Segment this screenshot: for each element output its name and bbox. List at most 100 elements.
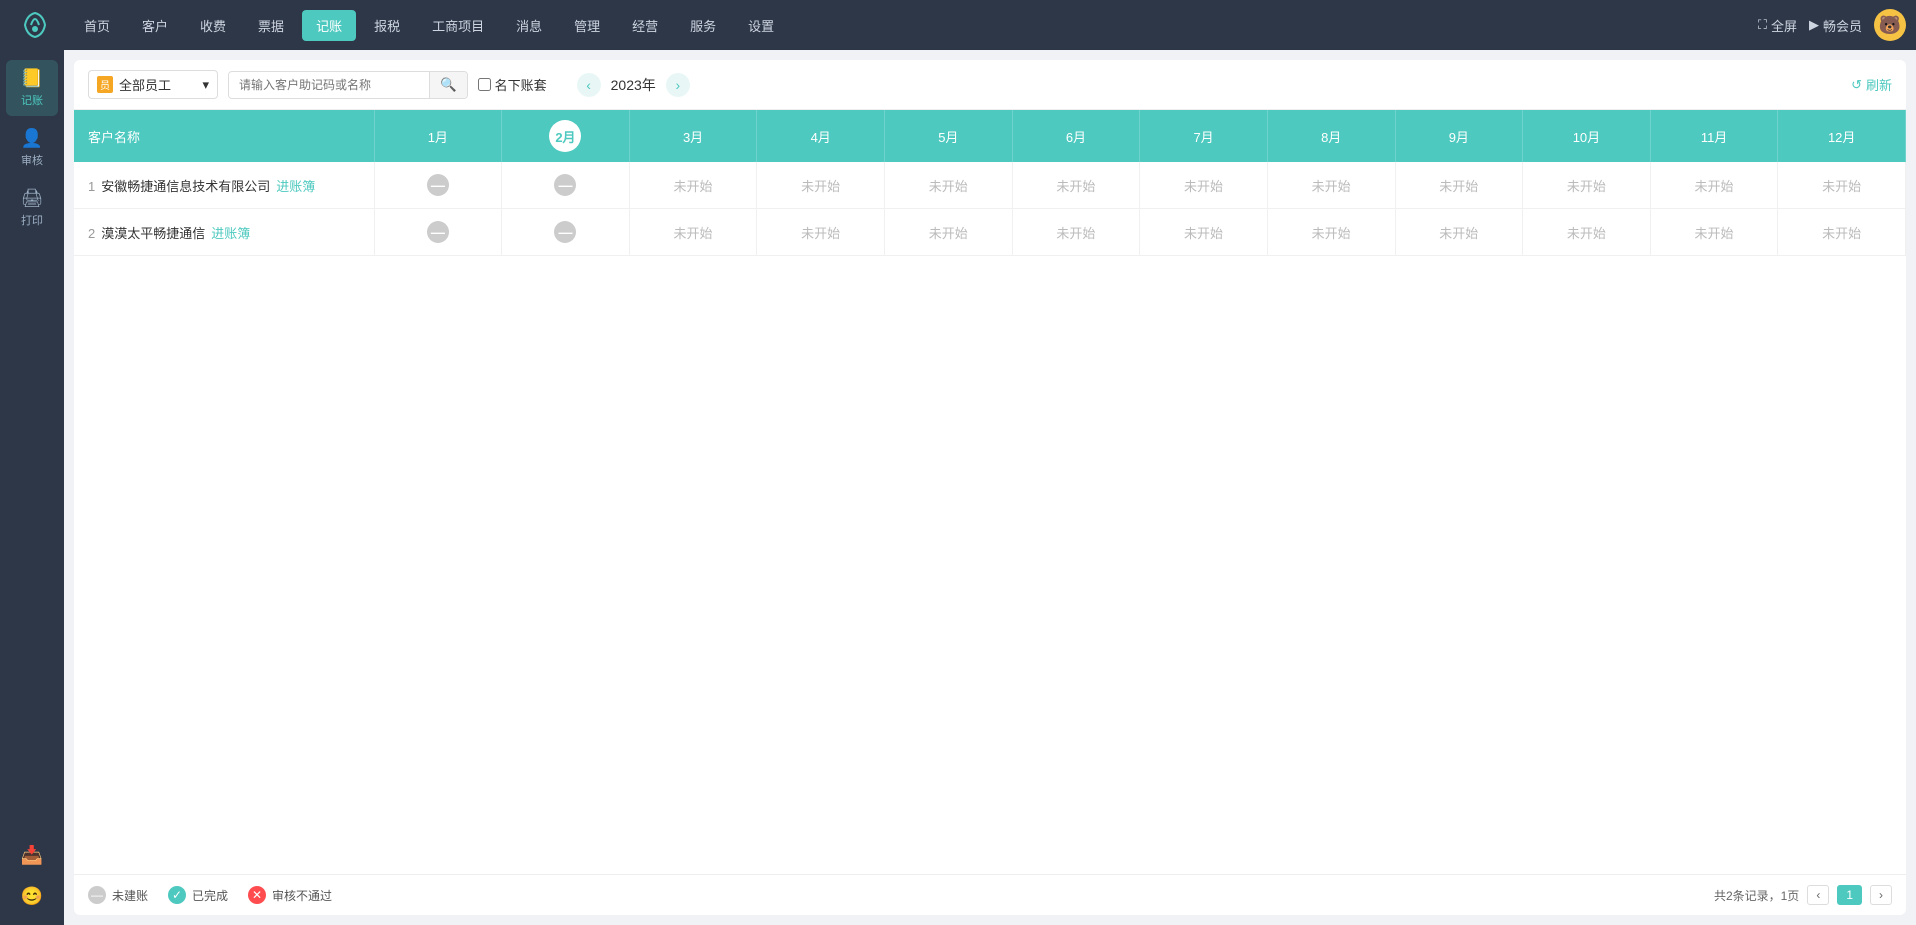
enter-link-0[interactable]: 进账簿 (276, 179, 315, 194)
nav-home[interactable]: 首页 (70, 10, 124, 41)
row-num: 1 (88, 179, 95, 194)
legend-red-icon: ✕ (248, 886, 266, 904)
vip-icon: ▶ (1809, 17, 1819, 33)
status-not-started: 未开始 (801, 179, 840, 194)
nav-settings[interactable]: 设置 (734, 10, 788, 41)
cell-month-1-2: 未开始 (629, 209, 757, 256)
year-nav: ‹ 2023年 › (577, 73, 690, 97)
my-accounts-checkbox-label[interactable]: 名下账套 (478, 75, 547, 94)
legend-not-started-label: 未建账 (112, 887, 148, 904)
cell-month-1-4: 未开始 (885, 209, 1013, 256)
status-not-started: 未开始 (929, 226, 968, 241)
sidebar-label-print: 打印 (21, 212, 43, 228)
cell-month-1-3: 未开始 (757, 209, 885, 256)
status-dash: — (427, 174, 449, 196)
status-not-started: 未开始 (1695, 179, 1734, 194)
page-1-btn[interactable]: 1 (1837, 885, 1862, 905)
employee-label: 全部员工 (119, 75, 171, 94)
nav-customer[interactable]: 客户 (128, 10, 182, 41)
pagination: 共2条记录，1页 ‹ 1 › (1714, 885, 1892, 905)
cell-month-0-2: 未开始 (629, 162, 757, 209)
status-not-started: 未开始 (1056, 226, 1095, 241)
footer: — 未建账 ✓ 已完成 ✕ 审核不通过 共2条记录，1页 ‹ 1 › (74, 874, 1906, 915)
cell-month-0-10: 未开始 (1650, 162, 1778, 209)
status-not-started: 未开始 (1184, 226, 1223, 241)
col-header-name: 客户名称 (74, 110, 374, 162)
sidebar-item-print[interactable]: 🖨 打印 (6, 180, 58, 236)
employee-badge: 员 (97, 76, 113, 93)
cell-month-0-4: 未开始 (885, 162, 1013, 209)
cell-month-1-1: — (502, 209, 630, 256)
legend-teal-icon: ✓ (168, 886, 186, 904)
next-year-btn[interactable]: › (666, 73, 690, 97)
legend-completed-label: 已完成 (192, 887, 228, 904)
nav-tax[interactable]: 报税 (360, 10, 414, 41)
cell-month-0-7: 未开始 (1267, 162, 1395, 209)
status-not-started: 未开始 (1439, 226, 1478, 241)
cell-month-1-5: 未开始 (1012, 209, 1140, 256)
row-num: 2 (88, 226, 95, 241)
refresh-button[interactable]: ↺ 刷新 (1851, 75, 1892, 94)
fullscreen-btn[interactable]: ⛶ 全屏 (1758, 16, 1797, 35)
col-header-sep: 9月 (1395, 110, 1523, 162)
total-records: 共2条记录，1页 (1714, 887, 1799, 904)
nav-message[interactable]: 消息 (502, 10, 556, 41)
download-icon: 📥 (21, 845, 43, 866)
active-month-circle: 2月 (549, 120, 581, 152)
fullscreen-icon: ⛶ (1758, 17, 1767, 33)
nav-invoice[interactable]: 票据 (244, 10, 298, 41)
search-input[interactable] (229, 73, 429, 97)
print-icon: 🖨 (21, 188, 44, 209)
nav-fee[interactable]: 收费 (186, 10, 240, 41)
status-not-started: 未开始 (1312, 179, 1351, 194)
refresh-icon: ↺ (1851, 77, 1862, 93)
nav-management[interactable]: 管理 (560, 10, 614, 41)
cell-month-1-7: 未开始 (1267, 209, 1395, 256)
nav-service[interactable]: 服务 (676, 10, 730, 41)
top-nav: 首页 客户 收费 票据 记账 报税 工商项目 消息 管理 经营 服务 设置 (70, 10, 1758, 41)
cell-month-0-11: 未开始 (1778, 162, 1906, 209)
year-label: 2023年 (611, 75, 656, 95)
cell-month-1-10: 未开始 (1650, 209, 1778, 256)
sidebar-item-support[interactable]: 😊 (6, 878, 58, 915)
my-accounts-checkbox[interactable] (478, 78, 491, 91)
prev-year-btn[interactable]: ‹ (577, 73, 601, 97)
nav-accounting[interactable]: 记账 (302, 10, 356, 41)
status-not-started: 未开始 (1567, 179, 1606, 194)
cell-month-0-8: 未开始 (1395, 162, 1523, 209)
status-dash: — (554, 221, 576, 243)
toolbar: 员 全部员工 ▾ 🔍 名下账套 ‹ 2023年 › (74, 60, 1906, 110)
legend-rejected: ✕ 审核不通过 (248, 886, 332, 904)
search-button[interactable]: 🔍 (429, 72, 467, 98)
sidebar-item-download[interactable]: 📥 (6, 837, 58, 874)
col-header-nov: 11月 (1650, 110, 1778, 162)
status-not-started: 未开始 (674, 179, 713, 194)
status-not-started: 未开始 (1822, 226, 1861, 241)
sidebar-item-accounting[interactable]: 📒 记账 (6, 60, 58, 116)
prev-page-btn[interactable]: ‹ (1807, 885, 1829, 905)
user-avatar[interactable]: 🐻 (1874, 9, 1906, 41)
vip-btn[interactable]: ▶ 畅会员 (1809, 16, 1862, 35)
nav-business[interactable]: 工商项目 (418, 10, 498, 41)
employee-select[interactable]: 员 全部员工 ▾ (88, 70, 218, 99)
col-header-jun: 6月 (1012, 110, 1140, 162)
col-header-aug: 8月 (1267, 110, 1395, 162)
nav-operation[interactable]: 经营 (618, 10, 672, 41)
col-header-mar: 3月 (629, 110, 757, 162)
enter-link-1[interactable]: 进账簿 (211, 226, 250, 241)
status-not-started: 未开始 (1695, 226, 1734, 241)
col-header-feb: 2月 (502, 110, 630, 162)
legend-rejected-label: 审核不通过 (272, 887, 332, 904)
sidebar-item-review[interactable]: 👤 审核 (6, 120, 58, 176)
dropdown-icon: ▾ (202, 77, 209, 93)
sidebar-label-review: 审核 (21, 152, 43, 168)
cell-month-0-1: — (502, 162, 630, 209)
status-not-started: 未开始 (1439, 179, 1478, 194)
status-dash: — (427, 221, 449, 243)
next-page-btn[interactable]: › (1870, 885, 1892, 905)
col-header-dec: 12月 (1778, 110, 1906, 162)
cell-month-1-0: — (374, 209, 502, 256)
cell-month-0-9: 未开始 (1523, 162, 1651, 209)
col-header-jan: 1月 (374, 110, 502, 162)
status-not-started: 未开始 (929, 179, 968, 194)
